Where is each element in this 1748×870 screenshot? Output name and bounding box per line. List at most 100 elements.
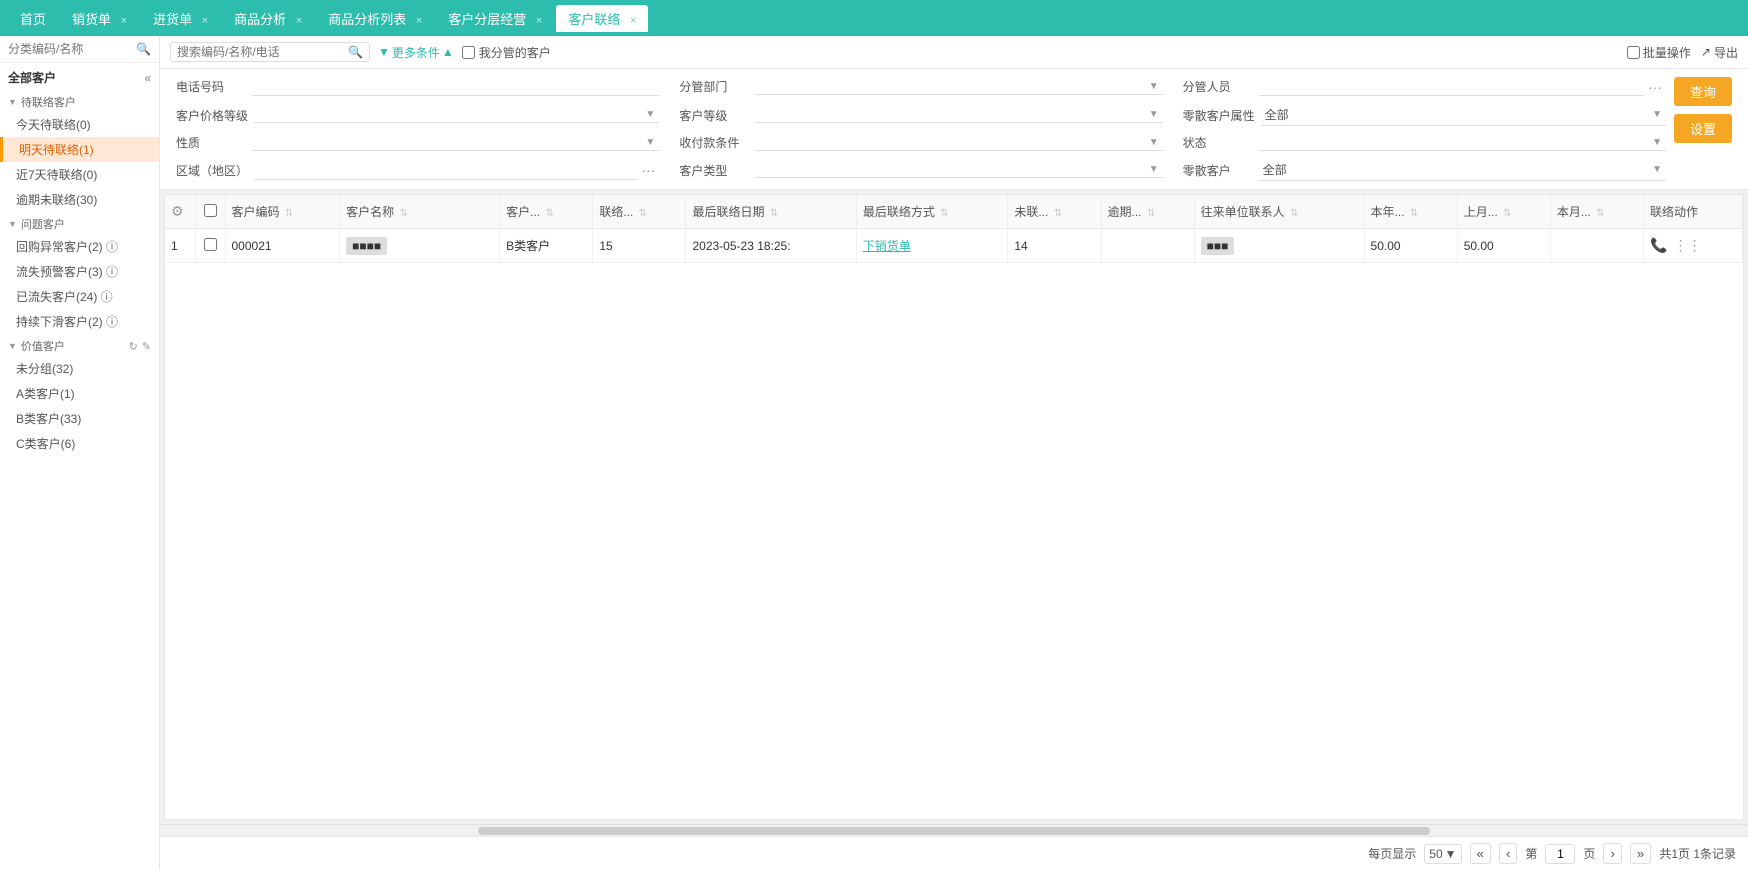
sidebar-item-repurchase-abnormal[interactable]: 回购异常客户(2) ⓘ [0, 234, 159, 259]
page-size-arrow: ▼ [1445, 847, 1457, 861]
sidebar-item-overdue-pending[interactable]: 逾期未联络(30) [0, 187, 159, 212]
pending-section-label: 待联络客户 [0, 90, 159, 112]
nature-select[interactable]: ▼ [252, 135, 659, 151]
nav-customer-stratification[interactable]: 客户分层经营 × [436, 5, 554, 32]
all-customers-label: 全部客户 [8, 69, 56, 86]
sidebar-item-a-class[interactable]: A类客户(1) [0, 381, 159, 406]
code-sort-icon[interactable]: ⇅ [285, 208, 293, 219]
filter-cell-customer-type: 客户类型 ▼ [679, 162, 1162, 179]
filter-bar: 🔍 ▼ 更多条件 ▲ 我分管的客户 批量操作 ↗ 导出 [160, 36, 1748, 69]
page-number-input[interactable] [1545, 844, 1575, 864]
td-last-method: 下销货单 [856, 229, 1007, 263]
sidebar-item-tomorrow-pending[interactable]: 明天待联络(1) [0, 137, 159, 162]
my-customers-check[interactable] [462, 46, 475, 59]
nav-product-analysis-list[interactable]: 商品分析列表 × [316, 5, 434, 32]
row-checkbox[interactable] [204, 238, 217, 251]
sidebar-item-churned[interactable]: 已流失客户(24) ⓘ [0, 284, 159, 309]
th-this-year: 本年... ⇅ [1364, 195, 1457, 229]
close-customer-contact[interactable]: × [630, 15, 636, 27]
horizontal-scrollbar[interactable] [160, 824, 1748, 836]
last-date-sort-icon[interactable]: ⇅ [770, 208, 778, 219]
pagination-bar: 每页显示 50 ▼ « ‹ 第 页 › » 共1页 1条记录 [160, 836, 1748, 870]
this-year-sort-icon[interactable]: ⇅ [1410, 208, 1418, 219]
sidebar-search-input[interactable] [8, 42, 132, 56]
sidebar-item-b-class[interactable]: B类客户(33) [0, 406, 159, 431]
nav-home[interactable]: 首页 [8, 5, 58, 32]
sidebar-item-c-class[interactable]: C类客户(6) [0, 431, 159, 456]
last-month-sort-icon[interactable]: ⇅ [1503, 208, 1511, 219]
customer-type-select[interactable]: ▼ [755, 162, 1162, 178]
close-purchase-order[interactable]: × [202, 15, 208, 27]
more-conditions-btn[interactable]: ▼ 更多条件 ▲ [378, 44, 454, 61]
close-sales-order[interactable]: × [121, 15, 127, 27]
status-select[interactable]: ▼ [1259, 135, 1666, 151]
value-refresh-icon[interactable]: ↻ [129, 340, 138, 353]
retail-attr-select[interactable]: 全部 ▼ [1261, 104, 1666, 126]
top-navigation: 首页 销货单 × 进货单 × 商品分析 × 商品分析列表 × 客户分层经营 × … [0, 0, 1748, 36]
nature-arrow-icon: ▼ [645, 137, 655, 148]
customer-level-select[interactable]: ▼ [755, 107, 1162, 123]
filter-row-2: 客户价格等级 ▼ 客户等级 ▼ [176, 104, 1666, 126]
sidebar-item-7days-pending[interactable]: 近7天待联络(0) [0, 162, 159, 187]
scrollbar-thumb[interactable] [478, 827, 1431, 835]
dept-select[interactable]: ▼ [755, 79, 1162, 95]
export-btn[interactable]: ↗ 导出 [1701, 44, 1738, 61]
sidebar-item-ungrouped[interactable]: 未分组(32) [0, 356, 159, 381]
nav-sales-order[interactable]: 销货单 × [60, 5, 139, 32]
prev-page-btn[interactable]: ‹ [1499, 843, 1517, 864]
first-page-btn[interactable]: « [1470, 843, 1491, 864]
query-button[interactable]: 查询 [1674, 77, 1732, 106]
batch-op-check[interactable] [1627, 46, 1640, 59]
search-input[interactable] [177, 45, 348, 59]
settings-button[interactable]: 设置 [1674, 114, 1732, 143]
action-call-icon[interactable]: 📞 [1650, 237, 1667, 254]
last-method-link[interactable]: 下销货单 [863, 239, 911, 253]
close-product-analysis[interactable]: × [296, 15, 302, 27]
sidebar: 🔍 全部客户 « 待联络客户 今天待联络(0) 明天待联络(1) 近7天待联络(… [0, 36, 160, 870]
this-month-sort-icon[interactable]: ⇅ [1596, 208, 1604, 219]
sidebar-item-churn-warning[interactable]: 流失预警客户(3) ⓘ [0, 259, 159, 284]
no-contact-sort-icon[interactable]: ⇅ [1054, 208, 1062, 219]
manager-input[interactable] [1259, 77, 1644, 96]
nav-customer-contact[interactable]: 客户联络 × [556, 5, 648, 32]
sidebar-search-icon[interactable]: 🔍 [136, 42, 151, 56]
sidebar-collapse-icon[interactable]: « [144, 71, 151, 85]
contact-sort-icon[interactable]: ⇅ [639, 208, 647, 219]
retail-customer-select[interactable]: 全部 ▼ [1259, 159, 1666, 181]
overdue-sort-icon[interactable]: ⇅ [1147, 208, 1155, 219]
close-product-analysis-list[interactable]: × [416, 15, 422, 27]
nav-purchase-order[interactable]: 进货单 × [141, 5, 220, 32]
settings-gear-icon[interactable]: ⚙ [171, 203, 184, 219]
nature-label: 性质 [176, 134, 246, 151]
filter-icon: ▼ [378, 45, 390, 59]
search-icon[interactable]: 🔍 [348, 45, 363, 59]
name-sort-icon[interactable]: ⇅ [400, 208, 408, 219]
sidebar-item-today-pending[interactable]: 今天待联络(0) [0, 112, 159, 137]
value-edit-icon[interactable]: ✎ [142, 340, 151, 353]
filter-cell-price-level: 客户价格等级 ▼ [176, 107, 659, 124]
type-sort-icon[interactable]: ⇅ [546, 208, 554, 219]
region-label: 区域（地区） [176, 162, 248, 179]
th-last-month-label: 上月... [1464, 205, 1498, 219]
payment-select[interactable]: ▼ [755, 135, 1162, 151]
action-more-icon[interactable]: ⋮⋮ [1673, 237, 1701, 254]
sidebar-item-declining[interactable]: 持续下滑客户(2) ⓘ [0, 309, 159, 334]
filter-cell-customer-level: 客户等级 ▼ [679, 107, 1162, 124]
phone-input[interactable] [252, 77, 659, 96]
region-input[interactable] [254, 161, 637, 180]
region-dots[interactable]: ··· [637, 162, 659, 178]
batch-op-btn[interactable]: 批量操作 [1627, 44, 1691, 61]
last-method-sort-icon[interactable]: ⇅ [940, 208, 948, 219]
last-page-btn[interactable]: » [1630, 843, 1651, 864]
my-customers-checkbox[interactable]: 我分管的客户 [462, 44, 551, 61]
nav-product-analysis[interactable]: 商品分析 × [222, 5, 314, 32]
next-page-btn[interactable]: › [1603, 843, 1621, 864]
price-level-select[interactable]: ▼ [254, 107, 659, 123]
manager-dots[interactable]: ··· [1644, 79, 1666, 95]
th-settings: ⚙ [165, 195, 195, 229]
close-customer-stratification[interactable]: × [536, 15, 542, 27]
page-size-select[interactable]: 50 ▼ [1424, 844, 1461, 864]
contact-person-sort-icon[interactable]: ⇅ [1290, 208, 1298, 219]
more-conditions-chevron: ▲ [442, 45, 454, 59]
select-all-checkbox[interactable] [204, 204, 217, 217]
